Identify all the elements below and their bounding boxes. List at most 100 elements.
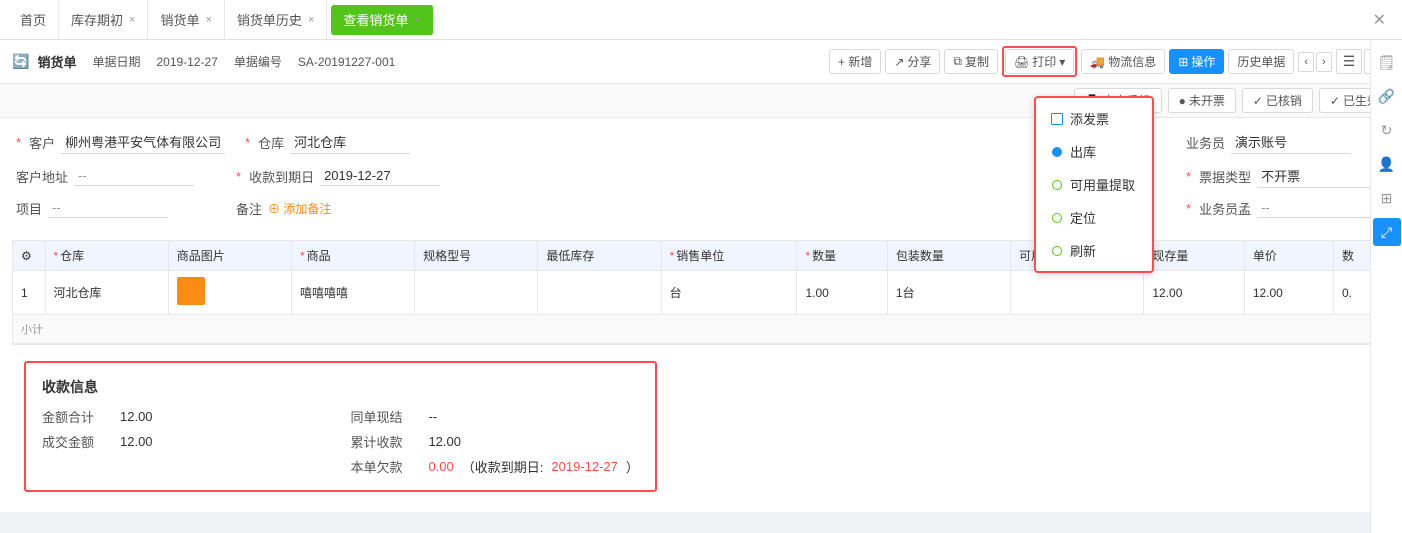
share-icon: ↗ (894, 55, 904, 69)
balance-value: 0.00 (428, 459, 453, 474)
doc-number-value: SA-20191227-001 (298, 55, 395, 69)
balance-note: （收款到期日: (462, 457, 544, 476)
print-button[interactable]: 🖨 打印 ▾ (1005, 49, 1074, 74)
col-settings[interactable]: ⚙ (13, 241, 45, 271)
payment-section: 收款信息 金额合计 12.00 同单现结 -- 成交金额 12.00 累计收款 … (0, 353, 1402, 512)
main-content: 🔄 销货单 单据日期 2019-12-27 单据编号 SA-20191227-0… (0, 40, 1402, 512)
cell-spec (415, 271, 538, 315)
sidebar-document-icon[interactable]: 🗒 (1373, 48, 1401, 76)
ticket-type-value[interactable]: 不开票 (1257, 164, 1377, 188)
cell-current-stock: 12.00 (1144, 271, 1244, 315)
refresh-label: 刷新 (1070, 241, 1096, 260)
list-view-button[interactable]: ☰ (1336, 49, 1363, 74)
balance-note-end: ） (626, 457, 639, 476)
history-button[interactable]: 历史单据 (1228, 49, 1294, 74)
warehouse-field: * 仓库 河北仓库 (245, 130, 445, 154)
payment-date-required: * (236, 169, 241, 184)
form-row-1: * 客户 柳州粤港平安气体有限公司 * 仓库 河北仓库 业务员 演示账号 (16, 130, 1386, 154)
dropdown-item-outbound[interactable]: 出库 (1036, 135, 1152, 168)
same-order-value: -- (428, 409, 437, 424)
tab-inventory-init[interactable]: 库存期初 × (59, 0, 148, 40)
sidebar-expand-icon[interactable]: ⤢ (1373, 218, 1401, 246)
not-open-button[interactable]: ● 未开票 (1168, 88, 1236, 113)
add-icon: ⊕ (268, 202, 280, 216)
payment-date-value[interactable]: 2019-12-27 (320, 166, 440, 186)
tab-sales-history-close[interactable]: × (308, 14, 314, 26)
staff-field: 业务员 演示账号 (1186, 130, 1386, 154)
ticket-type-required: * (1186, 169, 1191, 184)
cell-available (1011, 271, 1144, 315)
tab-sales-order[interactable]: 销货单 × (148, 0, 224, 40)
tab-view-sales-label: 查看销货单 (343, 10, 408, 29)
balance-label: 本单欠款 (350, 457, 420, 476)
print-dropdown-arrow: ▾ (1059, 55, 1065, 69)
staff-value: 演示账号 (1231, 130, 1351, 154)
note-field: 备注 ⊕ 添加备注 (236, 199, 436, 218)
locate-icon (1050, 211, 1064, 225)
warehouse-value[interactable]: 河北仓库 (290, 130, 410, 154)
available-qty-label: 可用量提取 (1070, 175, 1135, 194)
address-value[interactable]: -- (74, 166, 194, 186)
doc-info: 🔄 销货单 单据日期 2019-12-27 单据编号 SA-20191227-0… (12, 52, 823, 71)
sidebar-grid-icon[interactable]: ⊞ (1373, 184, 1401, 212)
add-note-button[interactable]: ⊕ 添加备注 (268, 200, 331, 217)
copy-button[interactable]: ⧉ 复制 (944, 49, 998, 74)
ticket-type-field: * 票据类型 不开票 (1186, 164, 1386, 188)
logistics-button[interactable]: 🚚 物流信息 (1081, 49, 1165, 74)
new-button[interactable]: + 新增 (829, 49, 881, 74)
cumulative-value: 12.00 (428, 434, 461, 449)
payment-trade: 成交金额 12.00 (42, 432, 330, 451)
checked-button[interactable]: ✓ 已核销 (1242, 88, 1313, 113)
tab-inventory-init-close[interactable]: × (129, 14, 135, 26)
tab-sales-order-label: 销货单 (160, 10, 199, 29)
trade-label: 成交金额 (42, 432, 112, 451)
col-current-stock: 现存量 (1144, 241, 1244, 271)
payment-same-order: 同单现结 -- (350, 407, 638, 426)
dropdown-item-add-invoice[interactable]: 添发票 (1036, 102, 1152, 135)
next-button[interactable]: › (1316, 52, 1332, 72)
customer-value[interactable]: 柳州粤港平安气体有限公司 (61, 130, 225, 154)
cell-unit: 台 (661, 271, 797, 315)
staff2-value[interactable]: -- (1257, 198, 1377, 218)
cumulative-label: 累计收款 (350, 432, 420, 451)
subtotal-row: 小计 (13, 315, 1389, 344)
col-warehouse: *仓库 (45, 241, 168, 271)
subtotal-label: 小计 (13, 315, 1389, 344)
same-order-label: 同单现结 (350, 407, 420, 426)
dropdown-item-available-qty[interactable]: 可用量提取 (1036, 168, 1152, 201)
sidebar-user-icon[interactable]: 👤 (1373, 150, 1401, 178)
product-thumbnail (177, 277, 205, 305)
address-field: 客户地址 -- (16, 166, 216, 186)
form-area: * 客户 柳州粤港平安气体有限公司 * 仓库 河北仓库 业务员 演示账号 客户地… (0, 118, 1402, 240)
tab-view-sales-close[interactable]: × (414, 14, 420, 26)
tab-home[interactable]: 首页 (8, 0, 59, 40)
dropdown-item-locate[interactable]: 定位 (1036, 201, 1152, 234)
sidebar-refresh-icon[interactable]: ↻ (1373, 116, 1401, 144)
tab-home-label: 首页 (20, 10, 46, 29)
operation-button[interactable]: ⊞ 操作 (1169, 49, 1224, 74)
ticket-icon: ● (1179, 94, 1186, 108)
tab-view-sales[interactable]: 查看销货单 × (331, 5, 433, 35)
window-close-button[interactable]: ✕ (1365, 10, 1394, 30)
customer-field: * 客户 柳州粤港平安气体有限公司 (16, 130, 225, 154)
payment-date-label: 收款到期日 (249, 167, 314, 186)
tab-sales-order-close[interactable]: × (205, 14, 211, 26)
right-sidebar: 🗒 🔗 ↻ 👤 ⊞ ⤢ (1370, 40, 1402, 533)
print-button-wrapper: 🖨 打印 ▾ (1002, 46, 1077, 77)
payment-date-field: * 收款到期日 2019-12-27 (236, 166, 440, 186)
total-label: 金额合计 (42, 407, 112, 426)
col-spec: 规格型号 (415, 241, 538, 271)
logistics-icon: 🚚 (1090, 55, 1105, 69)
add-invoice-icon (1050, 112, 1064, 126)
share-button[interactable]: ↗ 分享 (885, 49, 940, 74)
doc-date-label: 单据日期 (92, 53, 140, 70)
sidebar-link-icon[interactable]: 🔗 (1373, 82, 1401, 110)
prev-button[interactable]: ‹ (1298, 52, 1314, 72)
outbound-icon (1050, 145, 1064, 159)
balance-date: 2019-12-27 (551, 459, 618, 474)
cell-min-stock (538, 271, 661, 315)
dropdown-item-refresh[interactable]: 刷新 (1036, 234, 1152, 267)
project-value[interactable]: -- (48, 198, 168, 218)
staff-label: 业务员 (1186, 133, 1225, 152)
tab-sales-history[interactable]: 销货单历史 × (225, 0, 327, 40)
